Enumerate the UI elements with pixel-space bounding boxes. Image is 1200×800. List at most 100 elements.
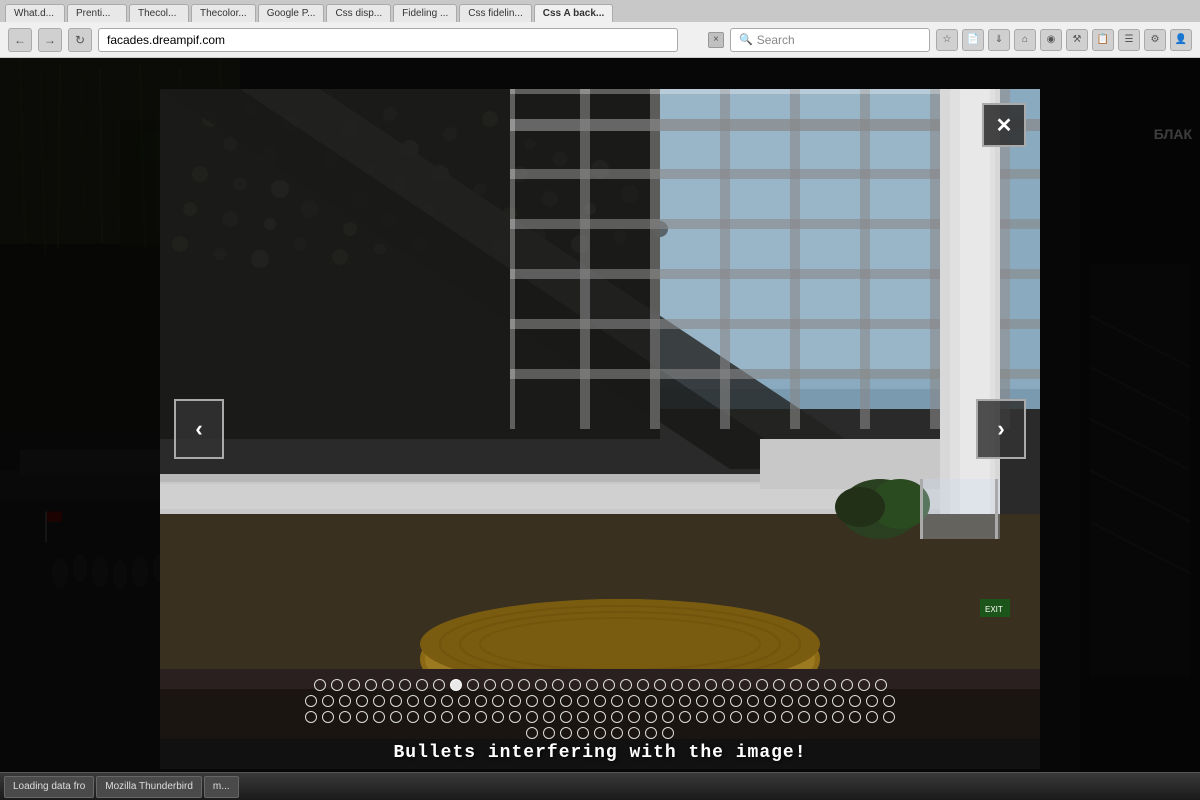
bullet-2-2[interactable] [322,695,334,707]
bullet-3-27[interactable] [747,711,759,723]
bullet-3-19[interactable] [611,711,623,723]
bullet-1-13[interactable] [518,679,530,691]
bullet-1-24[interactable] [705,679,717,691]
bullet-1-33[interactable] [858,679,870,691]
bullet-3-7[interactable] [407,711,419,723]
bullet-3-2[interactable] [322,711,334,723]
bullet-3-18[interactable] [594,711,606,723]
prev-button[interactable]: ‹ [174,399,224,459]
bullet-3-3[interactable] [339,711,351,723]
home-icon[interactable]: ⌂ [1014,29,1036,51]
bullet-1-6[interactable] [399,679,411,691]
bullet-4-5[interactable] [594,727,606,739]
bullet-2-35[interactable] [883,695,895,707]
bullet-1-32[interactable] [841,679,853,691]
search-bar[interactable]: 🔍 Search [730,28,930,52]
bullet-2-15[interactable] [543,695,555,707]
tab-8[interactable]: Css fidelin... [459,4,531,22]
avatar-icon[interactable]: 👤 [1170,29,1192,51]
bullet-3-34[interactable] [866,711,878,723]
taskbar-item-2[interactable]: m... [204,776,239,798]
bullet-2-33[interactable] [849,695,861,707]
bullet-3-8[interactable] [424,711,436,723]
bullet-3-5[interactable] [373,711,385,723]
tab-3[interactable]: Thecol... [129,4,189,22]
bullet-4-6[interactable] [611,727,623,739]
bullet-1-17[interactable] [586,679,598,691]
tab-4[interactable]: Thecolor... [191,4,256,22]
download-icon[interactable]: ⇓ [988,29,1010,51]
bookmark-icon[interactable]: ☆ [936,29,958,51]
bullet-3-22[interactable] [662,711,674,723]
close-button[interactable]: ✕ [982,103,1026,147]
bullet-1-14[interactable] [535,679,547,691]
bullet-2-20[interactable] [628,695,640,707]
bullet-2-9[interactable] [441,695,453,707]
bullet-3-25[interactable] [713,711,725,723]
bullet-3-17[interactable] [577,711,589,723]
bullet-1-21[interactable] [654,679,666,691]
bullet-2-28[interactable] [764,695,776,707]
tab-2[interactable]: Prenti... [67,4,127,22]
bullet-3-21[interactable] [645,711,657,723]
bullet-3-14[interactable] [526,711,538,723]
bullet-1-23[interactable] [688,679,700,691]
address-bar[interactable]: facades.dreampif.com [98,28,678,52]
bullet-2-11[interactable] [475,695,487,707]
bullet-4-1[interactable] [526,727,538,739]
bullet-3-20[interactable] [628,711,640,723]
bullet-3-30[interactable] [798,711,810,723]
bullet-2-32[interactable] [832,695,844,707]
bullet-4-4[interactable] [577,727,589,739]
bullet-1-18[interactable] [603,679,615,691]
bullet-1-19[interactable] [620,679,632,691]
bullet-2-27[interactable] [747,695,759,707]
bullet-1-8[interactable] [433,679,445,691]
forward-button[interactable]: → [38,28,62,52]
bullet-2-6[interactable] [390,695,402,707]
bullet-3-35[interactable] [883,711,895,723]
bullet-1-3[interactable] [348,679,360,691]
bullet-4-2[interactable] [543,727,555,739]
bullet-3-32[interactable] [832,711,844,723]
bullet-3-16[interactable] [560,711,572,723]
bullet-3-15[interactable] [543,711,555,723]
bullet-1-9[interactable] [450,679,462,691]
bullet-3-6[interactable] [390,711,402,723]
bullet-1-5[interactable] [382,679,394,691]
addon-icon[interactable]: ⚒ [1066,29,1088,51]
bullet-2-23[interactable] [679,695,691,707]
bullet-3-24[interactable] [696,711,708,723]
bullet-1-28[interactable] [773,679,785,691]
bullet-1-7[interactable] [416,679,428,691]
next-button[interactable]: › [976,399,1026,459]
bullet-1-1[interactable] [314,679,326,691]
bullet-2-21[interactable] [645,695,657,707]
bullet-1-34[interactable] [875,679,887,691]
bullet-1-10[interactable] [467,679,479,691]
bullet-2-25[interactable] [713,695,725,707]
bullet-2-8[interactable] [424,695,436,707]
bullet-1-31[interactable] [824,679,836,691]
bullet-3-28[interactable] [764,711,776,723]
privacy-icon[interactable]: ◉ [1040,29,1062,51]
clipboard-icon[interactable]: 📋 [1092,29,1114,51]
bullet-2-29[interactable] [781,695,793,707]
bullet-2-24[interactable] [696,695,708,707]
bullet-2-19[interactable] [611,695,623,707]
tab-5[interactable]: Google P... [258,4,325,22]
bullet-2-26[interactable] [730,695,742,707]
taskbar-thunderbird[interactable]: Mozilla Thunderbird [96,776,202,798]
bullet-2-12[interactable] [492,695,504,707]
bullet-3-31[interactable] [815,711,827,723]
bullet-2-10[interactable] [458,695,470,707]
bullet-1-30[interactable] [807,679,819,691]
bullet-3-23[interactable] [679,711,691,723]
bullet-2-18[interactable] [594,695,606,707]
tab-9[interactable]: Css A back... [534,4,614,22]
bullet-3-4[interactable] [356,711,368,723]
bullet-2-16[interactable] [560,695,572,707]
bullet-3-1[interactable] [305,711,317,723]
bullet-2-17[interactable] [577,695,589,707]
bullet-1-11[interactable] [484,679,496,691]
